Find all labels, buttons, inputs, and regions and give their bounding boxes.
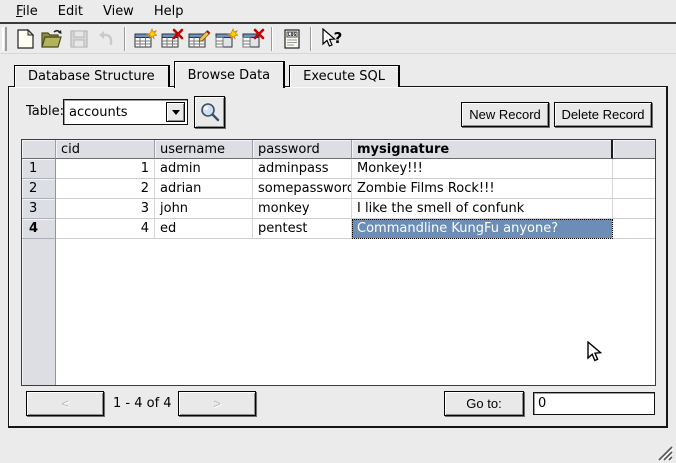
svg-text:LOG: LOG <box>287 32 296 38</box>
modify-table-icon <box>187 28 211 50</box>
chevron-down-icon <box>172 110 180 115</box>
sql-log-button[interactable]: LOG <box>278 25 305 52</box>
save-floppy-icon <box>68 28 90 50</box>
sql-log-icon: LOG <box>281 28 303 50</box>
new-record-button[interactable]: New Record <box>461 102 549 127</box>
cell-username[interactable]: admin <box>155 159 253 179</box>
menu-help[interactable]: Help <box>144 2 194 21</box>
record-range-label: 1 - 4 of 4 <box>113 396 172 411</box>
browse-data-pane: Table: accounts New Record Delete Record… <box>8 86 668 428</box>
new-database-button[interactable] <box>11 25 38 52</box>
menu-edit[interactable]: Edit <box>48 2 93 21</box>
create-table-button[interactable] <box>131 25 158 52</box>
cell-cid[interactable]: 3 <box>56 199 155 219</box>
goto-record-input[interactable] <box>533 392 655 415</box>
delete-record-button[interactable]: Delete Record <box>554 102 652 127</box>
row-header[interactable]: 4 <box>22 219 56 239</box>
cell-filler <box>613 159 655 179</box>
column-header-password[interactable]: password <box>253 140 352 159</box>
revert-changes-button[interactable] <box>92 25 119 52</box>
delete-index-button[interactable] <box>239 25 266 52</box>
cell-filler <box>613 179 655 199</box>
row-header[interactable]: 1 <box>22 159 56 179</box>
status-bar <box>0 430 676 463</box>
toolbar-drag-handle[interactable] <box>2 27 7 51</box>
cell-username[interactable]: adrian <box>155 179 253 199</box>
resize-grip-icon[interactable] <box>657 446 673 461</box>
whats-this-icon: ? <box>318 28 344 50</box>
toolbar: LOG ? <box>0 24 676 54</box>
create-index-button[interactable] <box>212 25 239 52</box>
cell-cid[interactable]: 4 <box>56 219 155 239</box>
cell-mysignature[interactable]: I like the smell of confunk <box>352 199 613 219</box>
magnifier-icon <box>199 101 221 123</box>
combo-dropdown-button[interactable] <box>166 102 185 122</box>
undo-arrow-icon <box>95 28 117 50</box>
cell-password[interactable]: adminpass <box>253 159 352 179</box>
whats-this-button[interactable]: ? <box>317 25 344 52</box>
next-page-button[interactable]: > <box>178 391 256 416</box>
goto-button[interactable]: Go to: <box>444 391 524 416</box>
delete-index-icon <box>241 28 265 50</box>
tab-browse-data[interactable]: Browse Data <box>174 61 286 88</box>
tab-database-structure[interactable]: Database Structure <box>14 65 170 87</box>
menu-file[interactable]: File <box>6 2 48 21</box>
column-header-cid[interactable]: cid <box>56 140 155 159</box>
cell-username[interactable]: ed <box>155 219 253 239</box>
delete-table-icon <box>160 28 184 50</box>
save-database-button[interactable] <box>65 25 92 52</box>
column-header-mysignature[interactable]: mysignature <box>352 140 613 159</box>
open-database-button[interactable] <box>38 25 65 52</box>
svg-text:?: ? <box>333 29 342 47</box>
cell-cid[interactable]: 1 <box>56 159 155 179</box>
data-grid: cid username password mysignature 1 1 ad… <box>21 139 656 386</box>
table-select-value: accounts <box>64 105 166 120</box>
toolbar-separator <box>124 27 126 51</box>
open-folder-icon <box>40 28 64 50</box>
menu-view[interactable]: View <box>93 2 144 21</box>
previous-page-button[interactable]: < <box>26 391 104 416</box>
cell-filler <box>613 199 655 219</box>
modify-table-button[interactable] <box>185 25 212 52</box>
tab-execute-sql[interactable]: Execute SQL <box>289 65 400 87</box>
grid-empty-area <box>56 239 655 385</box>
search-button[interactable] <box>194 96 225 128</box>
create-index-icon <box>214 28 238 50</box>
menu-bar: File Edit View Help <box>0 0 676 22</box>
new-database-icon <box>14 28 36 50</box>
cell-cid[interactable]: 2 <box>56 179 155 199</box>
toolbar-separator <box>310 27 312 51</box>
cell-mysignature[interactable]: Monkey!!! <box>352 159 613 179</box>
cell-password[interactable]: somepassword <box>253 179 352 199</box>
cell-filler <box>613 219 655 239</box>
cell-mysignature[interactable]: Zombie Films Rock!!! <box>352 179 613 199</box>
row-header[interactable]: 3 <box>22 199 56 219</box>
tab-bar: Database Structure Browse Data Execute S… <box>14 61 404 87</box>
table-label: Table: <box>26 104 64 119</box>
cell-password[interactable]: monkey <box>253 199 352 219</box>
delete-table-button[interactable] <box>158 25 185 52</box>
column-header-filler <box>613 140 655 159</box>
cell-mysignature-selected[interactable]: Commandline KungFu anyone? <box>352 219 613 239</box>
cell-username[interactable]: john <box>155 199 253 219</box>
cell-password[interactable]: pentest <box>253 219 352 239</box>
toolbar-separator <box>271 27 273 51</box>
row-header[interactable]: 2 <box>22 179 56 199</box>
column-header-username[interactable]: username <box>155 140 253 159</box>
row-header-filler <box>22 239 56 385</box>
grid-corner-cell[interactable] <box>22 140 56 159</box>
table-select[interactable]: accounts <box>63 99 188 125</box>
create-table-icon <box>133 28 157 50</box>
